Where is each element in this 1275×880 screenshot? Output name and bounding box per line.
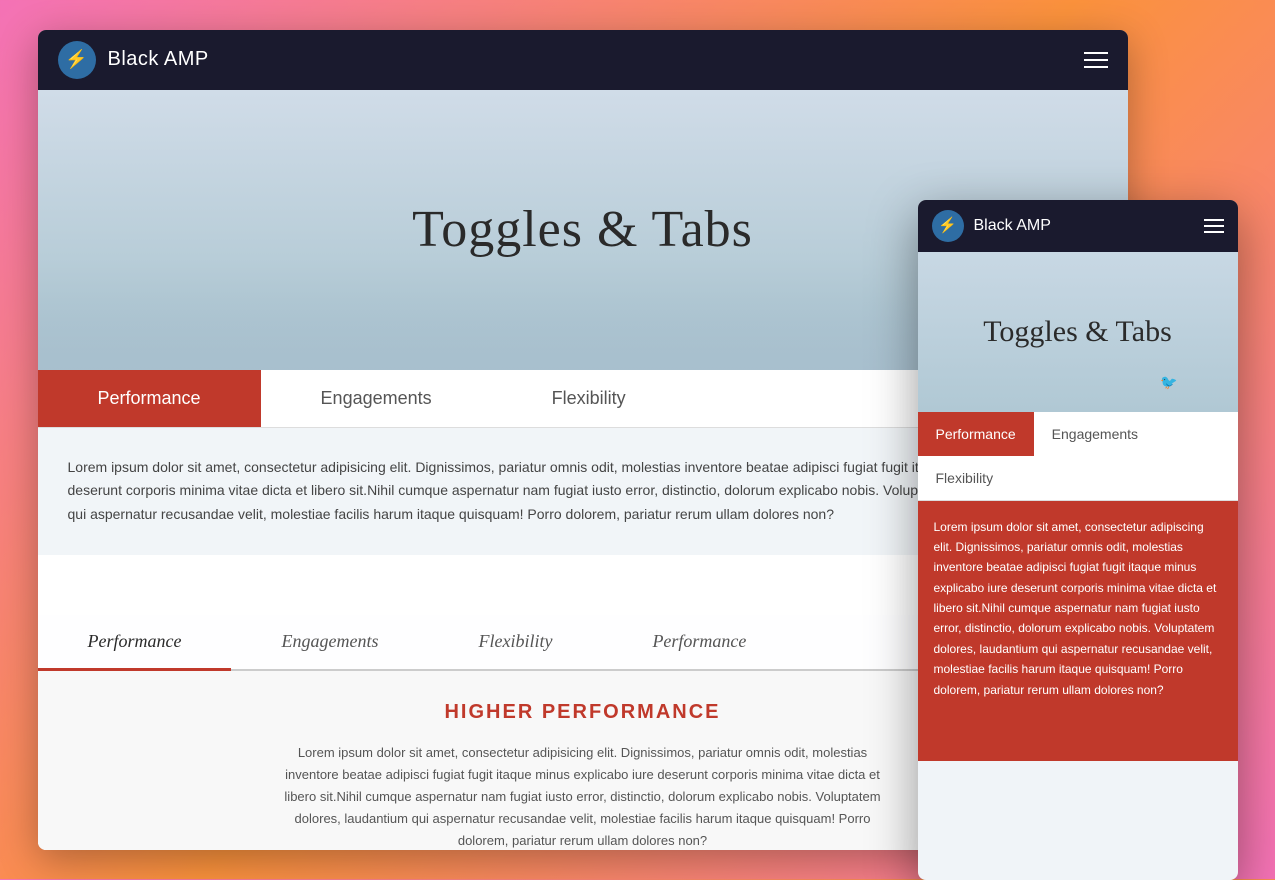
tab-performance2-lower[interactable]: Performance bbox=[602, 615, 796, 669]
tab-flexibility-lower[interactable]: Flexibility bbox=[428, 615, 602, 669]
logo-icon: ⚡ bbox=[58, 41, 96, 79]
hero-title: Toggles & Tabs bbox=[412, 200, 753, 259]
mobile-tab-flexibility[interactable]: Flexibility bbox=[918, 456, 1012, 500]
mobile-navbar-left: ⚡ Black AMP bbox=[932, 210, 1051, 242]
mobile-menu-button[interactable] bbox=[1204, 219, 1224, 233]
tab-performance-upper[interactable]: Performance bbox=[38, 370, 261, 427]
bird-icon: 🐦 bbox=[1160, 375, 1177, 392]
lower-tab-text: Lorem ipsum dolor sit amet, consectetur … bbox=[283, 742, 883, 850]
mobile-hero-section: Toggles & Tabs 🐦 bbox=[918, 252, 1238, 412]
tab-performance-lower[interactable]: Performance bbox=[38, 615, 232, 671]
mobile-tab-content: Lorem ipsum dolor sit amet, consectetur … bbox=[918, 501, 1238, 761]
navbar-left: ⚡ Black AMP bbox=[58, 41, 209, 79]
scene: ⚡ Black AMP Toggles & Tabs Performance E… bbox=[38, 30, 1238, 850]
mobile-tabs-section: Performance Engagements Flexibility Lore… bbox=[918, 412, 1238, 761]
tab-flexibility-upper[interactable]: Flexibility bbox=[492, 370, 686, 427]
mobile-tab-text: Lorem ipsum dolor sit amet, consectetur … bbox=[934, 517, 1222, 701]
main-navbar: ⚡ Black AMP bbox=[38, 30, 1128, 90]
mobile-logo-icon: ⚡ bbox=[932, 210, 964, 242]
mobile-tab-performance[interactable]: Performance bbox=[918, 412, 1034, 456]
mobile-browser-window: ⚡ Black AMP Toggles & Tabs 🐦 Performance… bbox=[918, 200, 1238, 880]
menu-button[interactable] bbox=[1084, 52, 1108, 68]
mobile-brand-name: Black AMP bbox=[974, 217, 1051, 235]
mobile-navbar: ⚡ Black AMP bbox=[918, 200, 1238, 252]
mobile-tab-engagements[interactable]: Engagements bbox=[1034, 412, 1156, 456]
brand-name: Black AMP bbox=[108, 48, 209, 71]
tab-engagements-upper[interactable]: Engagements bbox=[261, 370, 492, 427]
tab-engagements-lower[interactable]: Engagements bbox=[231, 615, 428, 669]
mobile-tabs-bar: Performance Engagements Flexibility bbox=[918, 412, 1238, 501]
mobile-hero-title: Toggles & Tabs bbox=[983, 315, 1172, 349]
